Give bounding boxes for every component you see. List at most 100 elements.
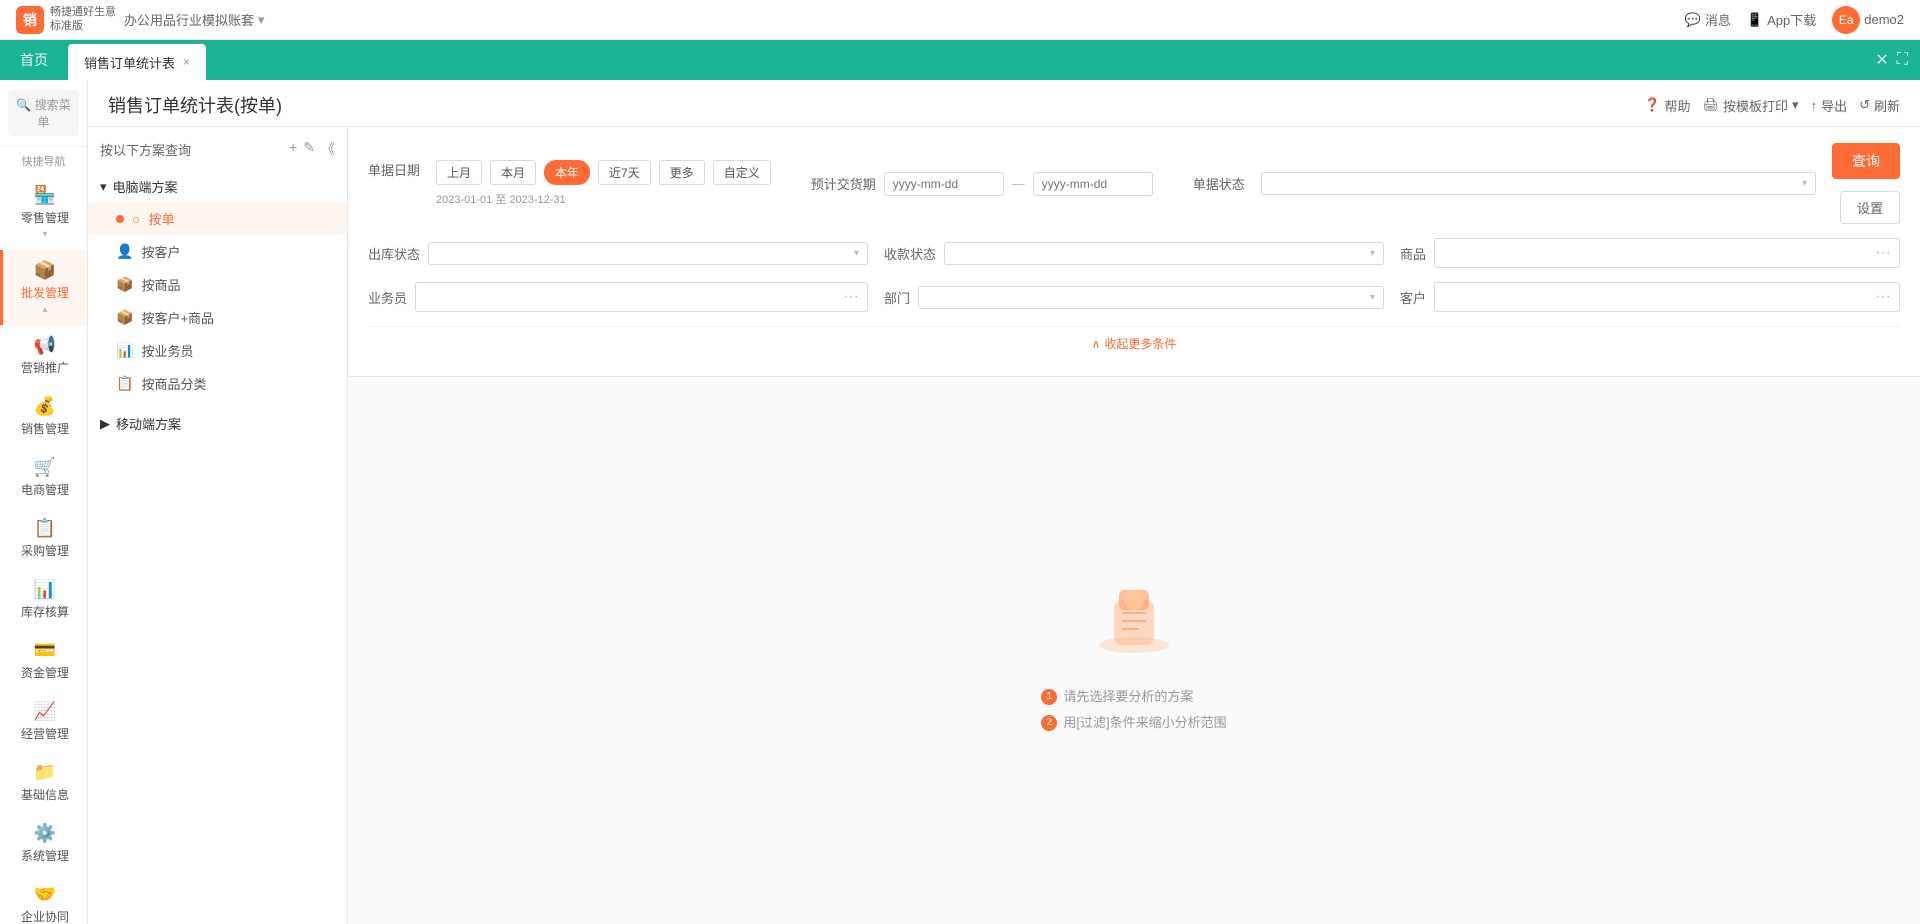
salesperson-label: 业务员 [368,288,407,307]
date-last7days-btn[interactable]: 近7天 [598,160,651,185]
scheme-item-by-salesperson[interactable]: 📊 按业务员 [88,334,347,367]
scheme-item-label: 按单 [148,209,174,228]
sidebar-item-label: 库存核算 [21,603,69,620]
scheme-pc-header[interactable]: ▾ 电脑端方案 [88,171,347,202]
header-title: 办公用品行业模拟账套 [124,10,254,29]
scheme-item-by-cust-goods[interactable]: 📦 按客户+商品 [88,301,347,334]
scheme-header: 按以下方案查询 + ✎ 《 [88,139,347,167]
date-more-btn[interactable]: 更多 [659,160,705,185]
filter-row-1: 单据日期 上月 本月 本年 近7天 更多 自定义 20 [368,143,1900,224]
salesperson-icon: 📊 [116,342,133,359]
purchase-icon: 📋 [34,518,56,539]
empty-tip-2: 2 用[过滤]条件来缩小分析范围 [1041,710,1226,736]
tab-home[interactable]: 首页 [0,40,68,80]
scheme-section-label: 移动端方案 [116,414,181,433]
date-this-year-btn[interactable]: 本年 [544,160,590,185]
sidebar-item-ecommerce[interactable]: 🛒 电商管理 [0,447,87,508]
sidebar-item-enterprise[interactable]: 🤝 企业协同 [0,874,87,924]
sidebar-item-inventory[interactable]: 📊 库存核算 [0,569,87,630]
window-maximize-button[interactable]: ⛶ [1897,51,1908,69]
cust-goods-icon: 📦 [116,309,133,326]
download-icon: 📱 [1747,12,1763,28]
expected-date-from[interactable] [884,172,1004,196]
scheme-item-by-customer[interactable]: 👤 按客户 [88,235,347,268]
filter-panel: 单据日期 上月 本月 本年 近7天 更多 自定义 20 [348,127,1920,377]
date-custom-btn[interactable]: 自定义 [713,160,771,185]
header-dropdown-icon[interactable]: ▾ [258,12,265,28]
sidebar-item-label: 电商管理 [21,481,69,498]
export-button[interactable]: ↑ 导出 [1811,96,1848,115]
sidebar-item-label: 资金管理 [21,664,69,681]
search-menu-button[interactable]: 🔍 搜索菜单 [8,90,79,136]
date-this-month-btn[interactable]: 本月 [490,160,536,185]
order-status-chevron: ▾ [1802,178,1807,189]
scheme-item-by-goods[interactable]: 📦 按商品 [88,268,347,301]
collapse-icon: ∧ [1092,337,1101,351]
settings-button[interactable]: 设置 [1840,191,1900,224]
sidebar-item-marketing[interactable]: 📢 营销推广 [0,325,87,386]
customer-input[interactable]: ··· [1434,282,1900,312]
query-btn-group: 查询 设置 [1832,143,1900,224]
date-last-month-btn[interactable]: 上月 [436,160,482,185]
empty-tips: 1 请先选择要分析的方案 2 用[过滤]条件来缩小分析范围 [1041,684,1226,736]
tab-close-icon[interactable]: × [183,55,190,69]
sidebar-search-area: 🔍 搜索菜单 [0,80,87,147]
scheme-pc-section: ▾ 电脑端方案 ○ 按单 👤 按客户 📦 按商品 [88,167,347,404]
sidebar-item-basic[interactable]: 📁 基础信息 [0,752,87,813]
help-button[interactable]: ❓ 帮助 [1644,96,1690,115]
search-icon: 🔍 [16,98,31,112]
logo-icon: 销 [16,6,44,34]
scheme-edit-icon[interactable]: ✎ [303,139,315,159]
scheme-item-by-category[interactable]: 📋 按商品分类 [88,367,347,400]
message-button[interactable]: 💬 消息 [1685,10,1731,29]
refresh-button[interactable]: ↺ 刷新 [1859,96,1900,115]
refresh-icon: ↺ [1859,97,1870,113]
top-header: 销 畅捷通好生意 标准版 办公用品行业模拟账套 ▾ 💬 消息 📱 App下载 E… [0,0,1920,40]
order-status-select[interactable]: ▾ [1261,172,1816,195]
salesperson-input[interactable]: ··· [415,282,868,312]
sidebar-item-sales[interactable]: 💰 销售管理 [0,386,87,447]
sidebar-item-label: 销售管理 [21,420,69,437]
payment-status-select[interactable]: ▾ [944,242,1384,265]
expected-date-to[interactable] [1033,172,1153,196]
scheme-mobile-header[interactable]: ▶ 移动端方案 [88,408,347,439]
scheme-item-by-order[interactable]: ○ 按单 [88,202,347,235]
salesperson-more-icon[interactable]: ··· [843,288,859,306]
payment-chevron: ▾ [1370,248,1375,259]
customer-col: 客户 ··· [1400,282,1900,312]
sales-icon: 💰 [34,396,56,417]
print-button[interactable]: 🖨 按模板打印 ▾ [1703,96,1799,115]
collapse-bar[interactable]: ∧ 收起更多条件 [368,326,1900,360]
empty-tip-1: 1 请先选择要分析的方案 [1041,684,1226,710]
empty-svg [1084,565,1184,665]
operation-icon: 📈 [34,701,56,722]
sidebar-item-label: 批发管理 [21,284,69,301]
expand-icon: ▴ [42,304,47,315]
sidebar-item-finance[interactable]: 💳 资金管理 [0,630,87,691]
sidebar-item-purchase[interactable]: 📋 采购管理 [0,508,87,569]
goods-more-icon[interactable]: ··· [1875,244,1891,262]
sidebar-item-retail[interactable]: 🏪 零售管理 ▾ [0,175,87,250]
customer-label: 客户 [1400,288,1426,307]
scheme-header-label: 按以下方案查询 [100,140,191,159]
sidebar-item-wholesale[interactable]: 📦 批发管理 ▴ [0,250,87,325]
app-download-button[interactable]: 📱 App下载 [1747,10,1816,29]
scheme-item-label: 按商品分类 [141,374,206,393]
scheme-collapse-icon[interactable]: 《 [321,139,335,159]
goods-input[interactable]: ··· [1434,238,1900,268]
tab-sales-order[interactable]: 销售订单统计表 × [68,44,206,80]
window-close-button[interactable]: ✕ [1875,50,1888,70]
page-title: 销售订单统计表(按单) [108,92,282,118]
delivery-status-select[interactable]: ▾ [428,242,868,265]
tab-bar-actions: ✕ ⛶ [1875,50,1920,70]
scheme-add-icon[interactable]: + [289,139,297,159]
customer-more-icon[interactable]: ··· [1875,288,1891,306]
sidebar-item-operation[interactable]: 📈 经营管理 [0,691,87,752]
tip-num-2: 2 [1041,715,1057,731]
payment-status-label: 收款状态 [884,244,936,263]
collapse-label: 收起更多条件 [1104,335,1176,352]
department-select[interactable]: ▾ [918,286,1384,309]
user-profile[interactable]: Ea demo2 [1832,6,1904,34]
sidebar-item-system[interactable]: ⚙️ 系统管理 [0,813,87,874]
query-button[interactable]: 查询 [1832,143,1900,179]
